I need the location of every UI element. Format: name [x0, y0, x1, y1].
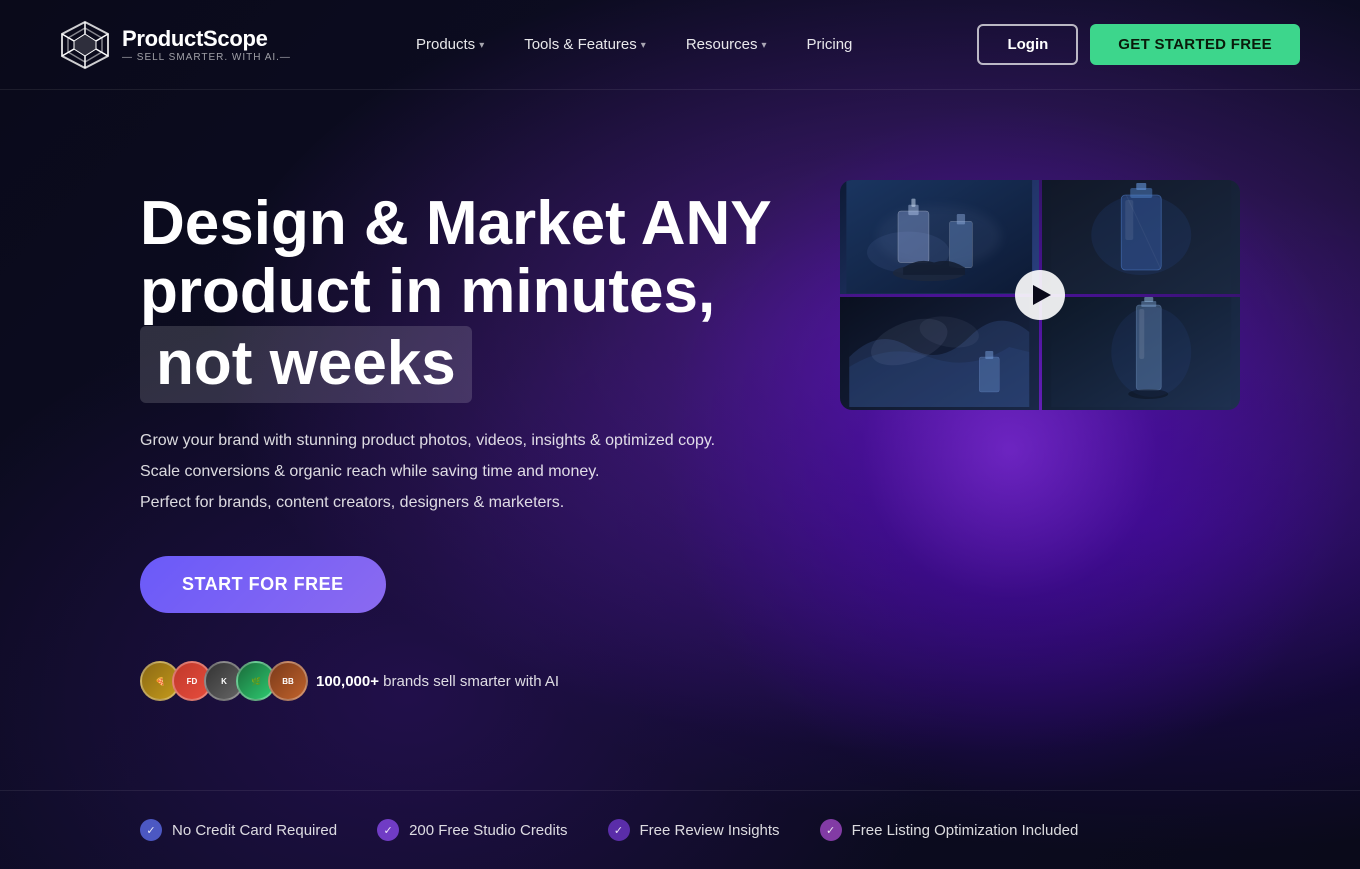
- product-image-1: [840, 180, 1039, 294]
- hero-title: Design & Market ANY product in minutes, …: [140, 190, 840, 403]
- badge-studio-credits: ✓ 200 Free Studio Credits: [377, 819, 567, 841]
- nav-actions: Login GET STARTED FREE: [977, 24, 1300, 65]
- product-image-2: [1042, 180, 1241, 290]
- logo-icon: [60, 20, 110, 70]
- nav-item-tools[interactable]: Tools & Features ▾: [508, 28, 662, 61]
- start-free-button[interactable]: START FOR FREE: [140, 556, 386, 613]
- video-cell-1: [840, 180, 1039, 294]
- avatar: BB: [268, 661, 308, 701]
- nav-item-pricing[interactable]: Pricing: [791, 28, 869, 61]
- brand-avatars: 🍕 FD K 🌿 BB: [140, 661, 300, 701]
- navigation: ProductScope — SELL SMARTER. WITH AI.— P…: [0, 0, 1360, 90]
- hero-video[interactable]: [840, 180, 1240, 410]
- hero-description: Grow your brand with stunning product ph…: [140, 427, 720, 517]
- nav-links: Products ▾ Tools & Features ▾ Resources …: [400, 28, 868, 61]
- nav-item-products[interactable]: Products ▾: [400, 28, 500, 61]
- logo-subtitle: — SELL SMARTER. WITH AI.—: [122, 52, 291, 63]
- badge-listing-optimization: ✓ Free Listing Optimization Included: [820, 819, 1079, 841]
- logo-text: ProductScope — SELL SMARTER. WITH AI.—: [122, 26, 291, 63]
- nav-item-resources[interactable]: Resources ▾: [670, 28, 783, 61]
- chevron-down-icon: ▾: [641, 40, 646, 51]
- video-cell-4: [1042, 297, 1241, 411]
- social-proof: 🍕 FD K 🌿 BB 100,000+ brands sell smarter…: [140, 661, 840, 701]
- hero-highlight: not weeks: [140, 326, 472, 402]
- play-button[interactable]: [1015, 270, 1065, 320]
- chevron-down-icon: ▾: [762, 40, 767, 51]
- hero-content: Design & Market ANY product in minutes, …: [140, 170, 840, 701]
- product-image-3: [840, 297, 1039, 407]
- logo-title: ProductScope: [122, 26, 291, 52]
- check-icon: ✓: [377, 819, 399, 841]
- product-image-4: [1042, 297, 1241, 407]
- check-icon: ✓: [820, 819, 842, 841]
- play-icon: [1033, 285, 1051, 305]
- video-cell-2: [1042, 180, 1241, 294]
- logo[interactable]: ProductScope — SELL SMARTER. WITH AI.—: [60, 20, 291, 70]
- check-icon: ✓: [608, 819, 630, 841]
- feature-badges: ✓ No Credit Card Required ✓ 200 Free Stu…: [0, 790, 1360, 869]
- check-icon: ✓: [140, 819, 162, 841]
- hero-section: Design & Market ANY product in minutes, …: [0, 90, 1360, 790]
- get-started-button[interactable]: GET STARTED FREE: [1090, 24, 1300, 65]
- badge-no-card: ✓ No Credit Card Required: [140, 819, 337, 841]
- social-proof-text: 100,000+ brands sell smarter with AI: [316, 673, 559, 690]
- video-cell-3: [840, 297, 1039, 411]
- chevron-down-icon: ▾: [479, 40, 484, 51]
- login-button[interactable]: Login: [977, 24, 1078, 65]
- badge-review-insights: ✓ Free Review Insights: [608, 819, 780, 841]
